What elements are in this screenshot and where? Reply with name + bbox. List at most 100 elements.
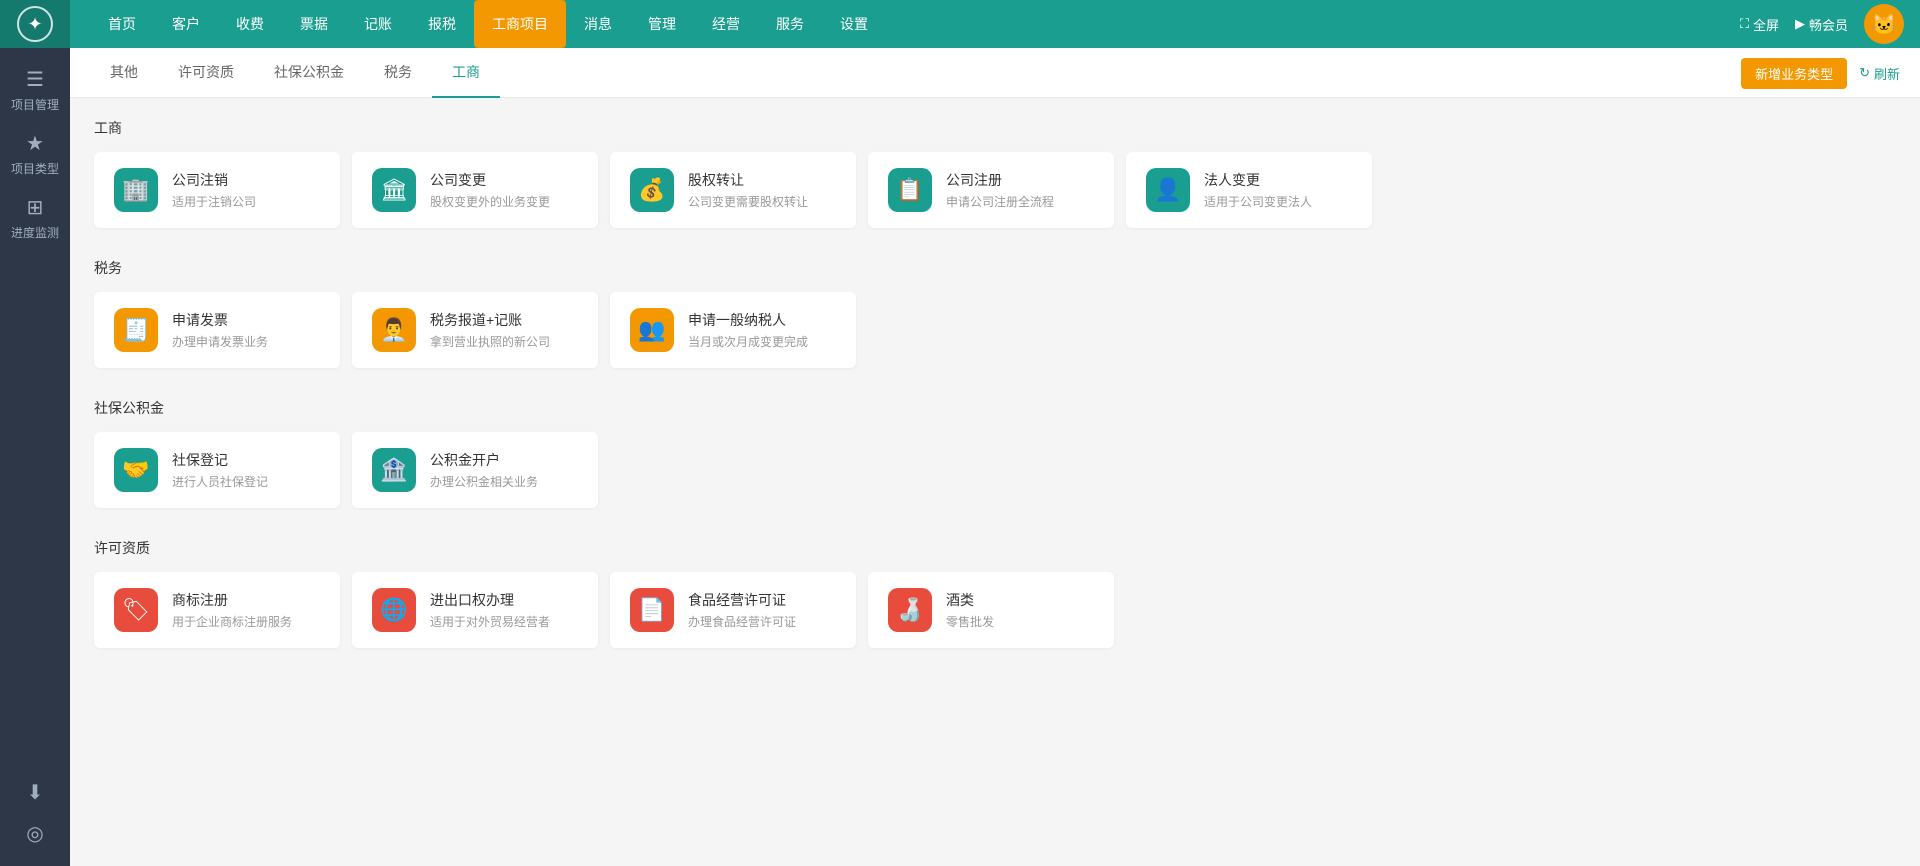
card-icon-1-1: 👨‍💼	[372, 308, 416, 352]
tab-4[interactable]: 其他	[90, 48, 158, 98]
top-nav: ✦ 首页客户收费票据记账报税工商项目消息管理经营服务设置 ⛶ 全屏 ▶ 畅会员 …	[0, 0, 1920, 48]
service-card-1-0[interactable]: 🧾申请发票办理申请发票业务	[94, 292, 340, 368]
nav-item-5[interactable]: 报税	[410, 0, 474, 48]
refresh-icon: ↻	[1859, 65, 1870, 81]
card-icon-0-3: 📋	[888, 168, 932, 212]
service-card-0-2[interactable]: 💰 股权转让公司变更需要股权转让	[610, 152, 856, 228]
nav-item-11[interactable]: 设置	[822, 0, 886, 48]
avatar-mascot: 🐱	[1864, 4, 1904, 44]
download-icon[interactable]: ⬇	[27, 780, 44, 805]
card-desc-1-2: 当月或次月成变更完成	[688, 333, 808, 350]
card-title-3-0: 商标注册	[172, 590, 292, 610]
card-title-3-2: 食品经营许可证	[688, 590, 796, 610]
card-title-1-1: 税务报道+记账	[430, 310, 550, 330]
card-title-0-2: 股权转让	[688, 170, 808, 190]
refresh-label: 刷新	[1874, 64, 1900, 83]
card-icon-2-1: 🏦	[372, 448, 416, 492]
card-title-0-0: 公司注销	[172, 170, 256, 190]
refresh-button[interactable]: ↻ 刷新	[1859, 64, 1900, 83]
sidebar-item-progress[interactable]: ⊞ 进度监测	[0, 186, 70, 250]
card-desc-1-1: 拿到营业执照的新公司	[430, 333, 550, 350]
tab-0[interactable]: 工商	[432, 48, 500, 98]
add-type-button[interactable]: 新增业务类型	[1741, 58, 1847, 89]
card-title-3-3: 酒类	[946, 590, 994, 610]
nav-item-0[interactable]: 首页	[90, 0, 154, 48]
card-desc-0-4: 适用于公司变更法人	[1204, 193, 1312, 210]
nav-item-9[interactable]: 经营	[694, 0, 758, 48]
card-icon-0-0: 🏢	[114, 168, 158, 212]
card-text-1-1: 税务报道+记账拿到营业执照的新公司	[430, 310, 550, 350]
cards-grid-3: 🏷 商标注册用于企业商标注册服务 🌐 进出口权办理适用于对外贸易经营者 📄食品经营许可证…	[94, 572, 1896, 648]
card-icon-0-2: 💰	[630, 168, 674, 212]
service-card-0-4[interactable]: 👤法人变更适用于公司变更法人	[1126, 152, 1372, 228]
card-icon-3-1: 🌐	[372, 588, 416, 632]
service-card-0-3[interactable]: 📋 公司注册申请公司注册全流程	[868, 152, 1114, 228]
service-card-2-0[interactable]: 🤝社保登记进行人员社保登记	[94, 432, 340, 508]
nav-item-1[interactable]: 客户	[154, 0, 218, 48]
card-text-0-1: 公司变更股权变更外的业务变更	[430, 170, 550, 210]
card-desc-1-0: 办理申请发票业务	[172, 333, 268, 350]
card-desc-2-1: 办理公积金相关业务	[430, 473, 538, 490]
progress-icon: ⊞	[27, 195, 44, 220]
card-text-0-2: 股权转让公司变更需要股权转让	[688, 170, 808, 210]
project-manage-icon: ☰	[26, 67, 44, 92]
service-card-1-2[interactable]: 👥 申请一般纳税人当月或次月成变更完成	[610, 292, 856, 368]
service-card-1-1[interactable]: 👨‍💼 税务报道+记账拿到营业执照的新公司	[352, 292, 598, 368]
card-text-0-4: 法人变更适用于公司变更法人	[1204, 170, 1312, 210]
vip-icon: ▶	[1795, 16, 1805, 32]
service-card-0-0[interactable]: 🏢 公司注销适用于注销公司	[94, 152, 340, 228]
card-desc-3-0: 用于企业商标注册服务	[172, 613, 292, 630]
card-desc-0-3: 申请公司注册全流程	[946, 193, 1054, 210]
service-card-3-2[interactable]: 📄食品经营许可证办理食品经营许可证	[610, 572, 856, 648]
section-title-1: 税务	[94, 258, 1896, 278]
card-text-0-0: 公司注销适用于注销公司	[172, 170, 256, 210]
service-card-3-0[interactable]: 🏷 商标注册用于企业商标注册服务	[94, 572, 340, 648]
nav-item-7[interactable]: 消息	[566, 0, 630, 48]
section-title-3: 许可资质	[94, 538, 1896, 558]
nav-item-4[interactable]: 记账	[346, 0, 410, 48]
sidebar-label-project-manage: 项目管理	[11, 96, 59, 113]
tab-2[interactable]: 社保公积金	[254, 48, 364, 98]
main-layout: ☰ 项目管理 ★ 项目类型 ⊞ 进度监测 ⬇ ◎ 其他许可资质社保公积金税务工商…	[0, 48, 1920, 866]
tab-1[interactable]: 税务	[364, 48, 432, 98]
card-icon-3-3: 🍶	[888, 588, 932, 632]
content-area: 其他许可资质社保公积金税务工商 新增业务类型 ↻ 刷新 工商 🏢 公司注销适用于注销…	[70, 48, 1920, 866]
service-card-2-1[interactable]: 🏦 公积金开户办理公积金相关业务	[352, 432, 598, 508]
logo-area: ✦	[0, 0, 70, 48]
card-icon-3-0: 🏷	[114, 588, 158, 632]
sidebar-item-project-manage[interactable]: ☰ 项目管理	[0, 58, 70, 122]
nav-item-8[interactable]: 管理	[630, 0, 694, 48]
card-desc-0-2: 公司变更需要股权转让	[688, 193, 808, 210]
service-card-3-3[interactable]: 🍶酒类零售批发	[868, 572, 1114, 648]
fullscreen-btn[interactable]: ⛶ 全屏	[1740, 15, 1779, 34]
sidebar-label-progress: 进度监测	[11, 224, 59, 241]
nav-items: 首页客户收费票据记账报税工商项目消息管理经营服务设置	[70, 0, 1740, 48]
card-text-2-1: 公积金开户办理公积金相关业务	[430, 450, 538, 490]
card-text-3-1: 进出口权办理适用于对外贸易经营者	[430, 590, 550, 630]
sidebar-label-project-type: 项目类型	[11, 160, 59, 177]
scroll-content: 工商🏢公司注销适用于注销公司🏛公司变更股权变更外的业务变更💰股权转让公司变更需要…	[70, 98, 1920, 866]
vip-btn[interactable]: ▶ 畅会员	[1795, 15, 1848, 34]
cards-grid-1: 🧾申请发票办理申请发票业务 👨‍💼 税务报道+记账拿到营业执照的新公司 👥 申请一般纳税…	[94, 292, 1896, 368]
fullscreen-label: 全屏	[1753, 15, 1779, 34]
service-card-3-1[interactable]: 🌐 进出口权办理适用于对外贸易经营者	[352, 572, 598, 648]
sidebar-item-project-type[interactable]: ★ 项目类型	[0, 122, 70, 186]
fullscreen-icon: ⛶	[1740, 16, 1749, 32]
card-title-0-3: 公司注册	[946, 170, 1054, 190]
card-text-1-2: 申请一般纳税人当月或次月成变更完成	[688, 310, 808, 350]
card-title-0-1: 公司变更	[430, 170, 550, 190]
nav-item-2[interactable]: 收费	[218, 0, 282, 48]
nav-item-10[interactable]: 服务	[758, 0, 822, 48]
service-card-0-1[interactable]: 🏛公司变更股权变更外的业务变更	[352, 152, 598, 228]
nav-item-6[interactable]: 工商项目	[474, 0, 566, 48]
cards-grid-0: 🏢公司注销适用于注销公司🏛公司变更股权变更外的业务变更💰股权转让公司变更需要股权…	[94, 152, 1896, 228]
tab-bar: 其他许可资质社保公积金税务工商 新增业务类型 ↻ 刷新	[70, 48, 1920, 98]
card-text-3-2: 食品经营许可证办理食品经营许可证	[688, 590, 796, 630]
nav-right: ⛶ 全屏 ▶ 畅会员 🐱	[1740, 4, 1920, 44]
tab-actions: 新增业务类型 ↻ 刷新	[1741, 48, 1900, 98]
tab-3[interactable]: 许可资质	[158, 48, 254, 98]
nav-item-3[interactable]: 票据	[282, 0, 346, 48]
card-desc-0-1: 股权变更外的业务变更	[430, 193, 550, 210]
location-icon[interactable]: ◎	[26, 821, 43, 846]
card-icon-1-2: 👥	[630, 308, 674, 352]
